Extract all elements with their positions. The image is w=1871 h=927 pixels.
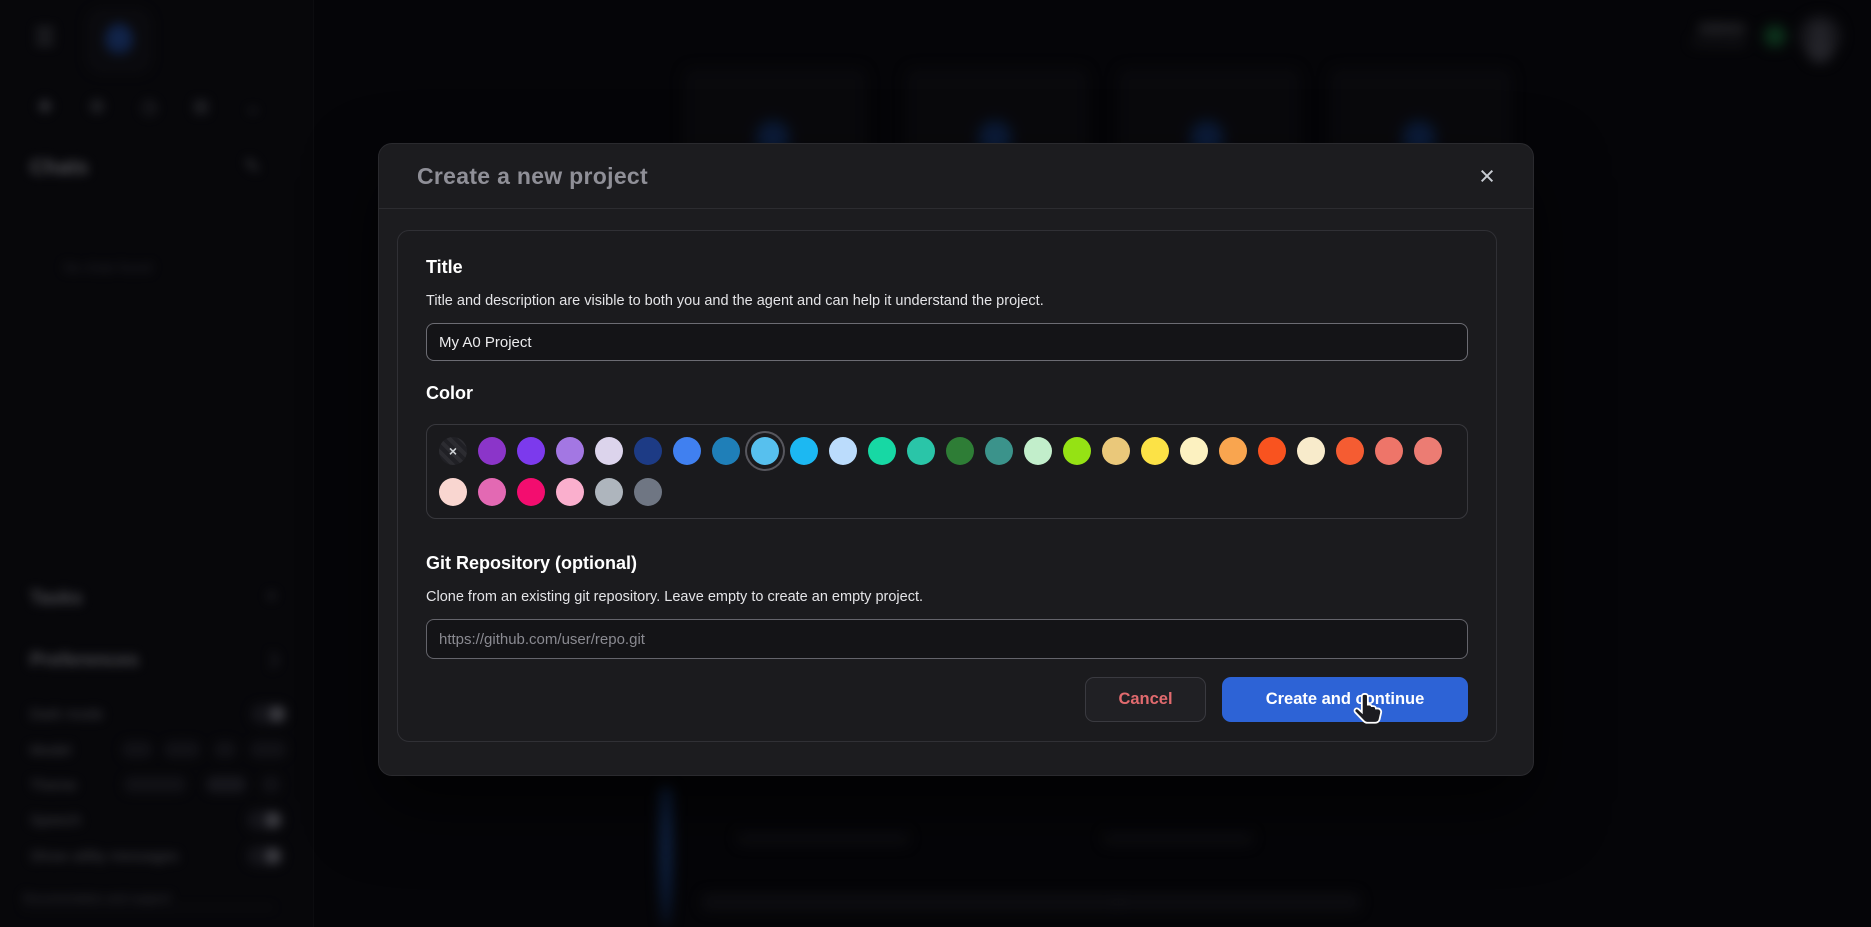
color-none[interactable]: ×	[439, 437, 467, 465]
color-dark-green[interactable]	[946, 437, 974, 465]
color-tan[interactable]	[1102, 437, 1130, 465]
cancel-button[interactable]: Cancel	[1085, 677, 1206, 722]
project-title-input[interactable]	[426, 323, 1468, 361]
close-icon[interactable]: ×	[1469, 158, 1505, 194]
color-slate[interactable]	[634, 478, 662, 506]
color-emerald[interactable]	[868, 437, 896, 465]
color-orange[interactable]	[1219, 437, 1247, 465]
color-swatch-grid: ×	[426, 424, 1468, 519]
project-form: Title Title and description are visible …	[397, 230, 1497, 742]
create-project-modal: Create a new project × Title Title and d…	[378, 143, 1534, 776]
color-cream[interactable]	[1297, 437, 1325, 465]
git-repo-label: Git Repository (optional)	[426, 553, 637, 573]
color-teal[interactable]	[907, 437, 935, 465]
modal-header: Create a new project ×	[379, 144, 1533, 209]
color-cyan[interactable]	[790, 437, 818, 465]
app-root: ☰ ✚ ⚙ ◷ ⊞ ⌄ Chats ✎ No chats found Tasks…	[0, 0, 1871, 927]
color-purple[interactable]	[478, 437, 506, 465]
color-hot-pink[interactable]	[517, 478, 545, 506]
git-repo-input[interactable]	[426, 619, 1468, 659]
create-and-continue-button[interactable]: Create and continue	[1222, 677, 1468, 722]
color-lime[interactable]	[1063, 437, 1091, 465]
color-navy[interactable]	[634, 437, 662, 465]
color-violet[interactable]	[517, 437, 545, 465]
color-salmon[interactable]	[1375, 437, 1403, 465]
color-light-purple[interactable]	[556, 437, 584, 465]
git-help-text: Clone from an existing git repository. L…	[426, 589, 924, 605]
color-steel-blue[interactable]	[712, 437, 740, 465]
color-lavender[interactable]	[595, 437, 623, 465]
color-sky-blue[interactable]	[751, 437, 779, 465]
color-sea-green[interactable]	[985, 437, 1013, 465]
color-mint[interactable]	[1024, 437, 1052, 465]
color-light-pink[interactable]	[556, 478, 584, 506]
color-yellow[interactable]	[1141, 437, 1169, 465]
color-pink[interactable]	[478, 478, 506, 506]
modal-actions: Cancel Create and continue	[426, 677, 1468, 722]
color-label: Color	[426, 383, 473, 403]
title-help-text: Title and description are visible to bot…	[426, 293, 1044, 309]
modal-title: Create a new project	[417, 162, 648, 189]
title-label: Title	[426, 257, 463, 277]
color-coral[interactable]	[1414, 437, 1442, 465]
color-pale-pink[interactable]	[439, 478, 467, 506]
color-vermilion[interactable]	[1336, 437, 1364, 465]
color-blue[interactable]	[673, 437, 701, 465]
color-red-orange[interactable]	[1258, 437, 1286, 465]
color-light-blue[interactable]	[829, 437, 857, 465]
color-pale-yellow[interactable]	[1180, 437, 1208, 465]
color-gray[interactable]	[595, 478, 623, 506]
